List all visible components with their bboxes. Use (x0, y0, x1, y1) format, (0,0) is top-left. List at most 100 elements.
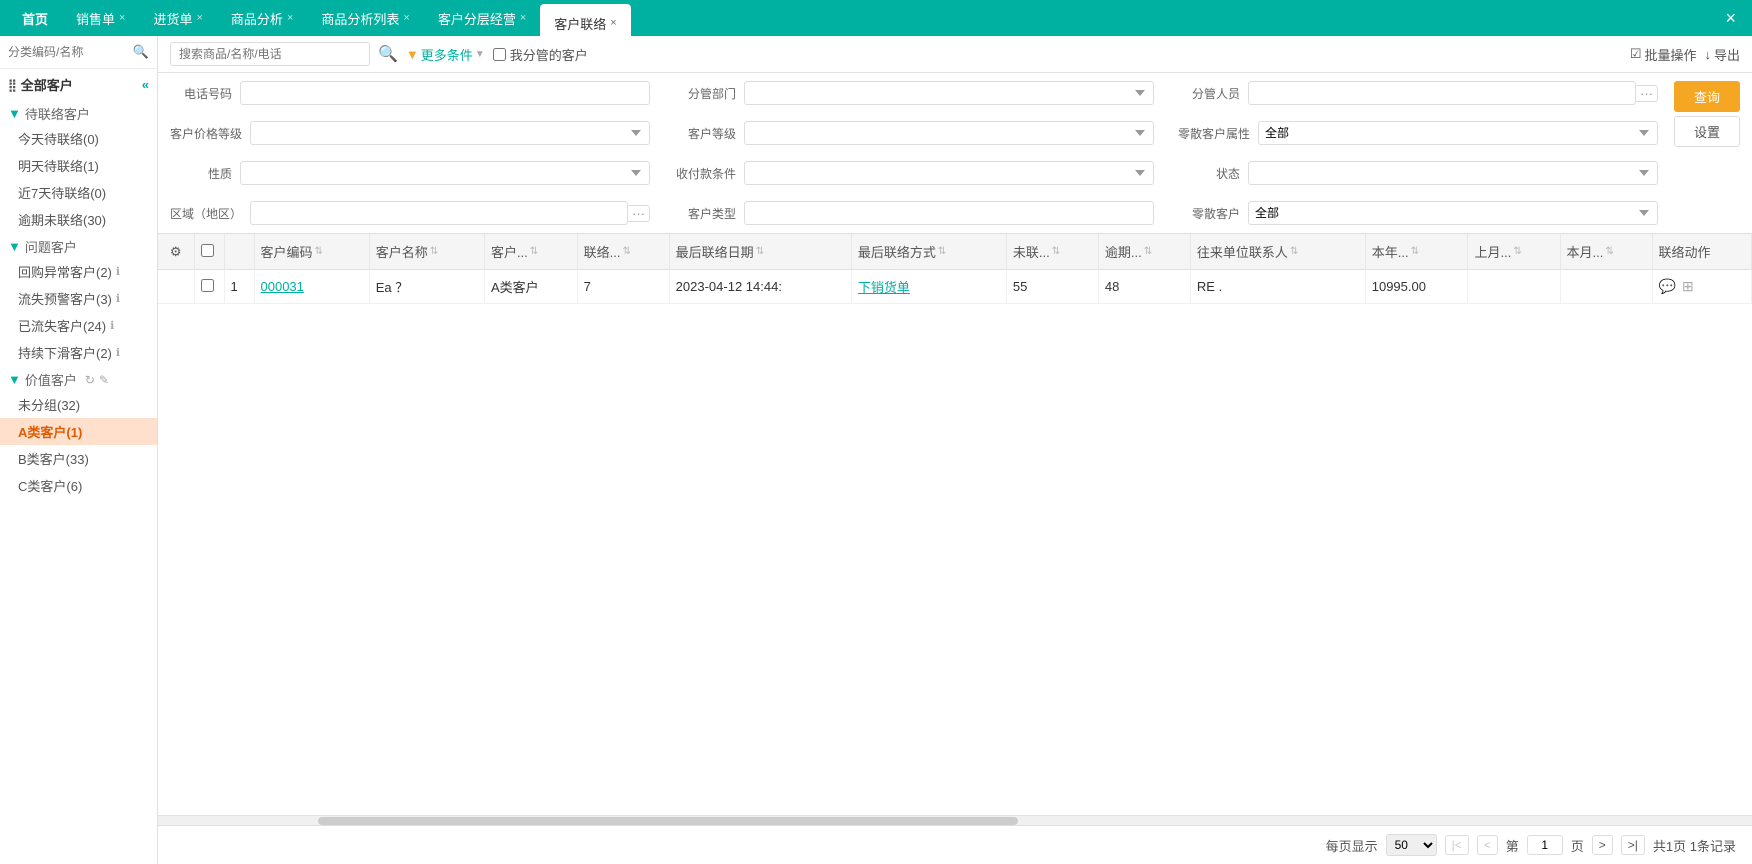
nav-tab-purchase-order[interactable]: 进货单 × (139, 3, 216, 34)
filter-row-2: 客户价格等级 客户等级 (170, 121, 1658, 145)
close-customer-segment[interactable]: × (520, 12, 526, 24)
sidebar-item-c-class[interactable]: C类客户(6) (0, 472, 157, 499)
close-all-tabs[interactable]: × (1725, 8, 1736, 29)
nav-tab-product-analysis[interactable]: 商品分析 × (217, 3, 307, 34)
nav-tab-home[interactable]: 首页 (8, 3, 62, 34)
last-page-btn[interactable]: >| (1621, 835, 1645, 855)
sidebar-item-tomorrow-pending[interactable]: 明天待联络(1) (0, 152, 157, 179)
filter-price-level-select[interactable] (250, 121, 650, 145)
close-sales-order[interactable]: × (119, 12, 125, 24)
filter-status-wrapper (1248, 161, 1658, 185)
filter-customer-level-wrapper (744, 121, 1154, 145)
my-customers-checkbox-label[interactable]: 我分管的客户 (493, 45, 588, 64)
filter-customer-type-input[interactable] (744, 201, 1154, 225)
sidebar-item-lost[interactable]: 已流失客户(24) ℹ (0, 312, 157, 339)
sidebar-item-7day-pending[interactable]: 近7天待联络(0) (0, 179, 157, 206)
sort-name-icon[interactable]: ⇅ (430, 246, 438, 257)
nav-tab-customer-contact[interactable]: 客户联络 × (540, 4, 630, 36)
nav-tab-product-analysis-list[interactable]: 商品分析列表 × (307, 3, 423, 34)
filter-nature-select[interactable] (240, 161, 650, 185)
filter-search-button[interactable]: 🔍 (378, 44, 398, 64)
sidebar-item-overdue-pending[interactable]: 逾期未联络(30) (0, 206, 157, 233)
filter-region-input[interactable] (250, 201, 628, 225)
sort-code-icon[interactable]: ⇅ (315, 246, 323, 257)
filter-payment-wrapper (744, 161, 1154, 185)
sort-contact-count-icon[interactable]: ⇅ (622, 246, 630, 257)
sort-category-icon[interactable]: ⇅ (530, 246, 538, 257)
close-customer-contact[interactable]: × (610, 17, 616, 29)
sidebar-item-loss-warning[interactable]: 流失预警客户(3) ℹ (0, 285, 157, 312)
filter-manager-input[interactable] (1248, 81, 1636, 105)
scrollbar-thumb[interactable] (318, 817, 1018, 825)
nav-tab-customer-segment[interactable]: 客户分层经营 × (424, 3, 540, 34)
last-contact-method-link[interactable]: 下销货单 (858, 280, 910, 295)
gear-icon[interactable]: ⚙ (170, 244, 182, 260)
sidebar-group-problem[interactable]: ▼ 问题客户 (0, 233, 157, 258)
first-page-btn[interactable]: |< (1445, 835, 1469, 855)
refresh-icon[interactable]: ↻ (85, 373, 95, 387)
sort-overdue-icon[interactable]: ⇅ (1144, 246, 1152, 257)
sidebar-item-declining[interactable]: 持续下滑客户(2) ℹ (0, 339, 157, 366)
cell-code[interactable]: 000031 (254, 270, 369, 304)
filter-customer-level-select[interactable] (744, 121, 1154, 145)
cell-overdue: 48 (1098, 270, 1190, 304)
filter-retail-customer-select[interactable]: 全部 (1248, 201, 1658, 225)
sort-this-month-icon[interactable]: ⇅ (1605, 246, 1613, 257)
filter-phone-input[interactable] (240, 81, 650, 105)
sort-last-contact-date-icon[interactable]: ⇅ (756, 246, 764, 257)
filter-search-input[interactable] (170, 42, 370, 66)
batch-op-button[interactable]: ☑ 批量操作 (1630, 45, 1697, 64)
settings-button[interactable]: 设置 (1674, 116, 1740, 147)
nav-tab-sales-order[interactable]: 销售单 × (62, 3, 139, 34)
horizontal-scrollbar[interactable] (158, 815, 1752, 825)
customer-name-text: Ea (376, 280, 392, 295)
sidebar-item-ungrouped[interactable]: 未分组(32) (0, 391, 157, 418)
edit-icon[interactable]: ✎ (99, 373, 109, 387)
cell-contact-count: 7 (577, 270, 669, 304)
sidebar-item-repurchase-abnormal[interactable]: 回购异常客户(2) ℹ (0, 258, 157, 285)
close-product-analysis-list[interactable]: × (403, 12, 409, 24)
prev-page-btn[interactable]: < (1477, 835, 1498, 855)
row-checkbox[interactable] (201, 279, 214, 292)
query-button[interactable]: 查询 (1674, 81, 1740, 112)
sort-last-contact-method-icon[interactable]: ⇅ (938, 246, 946, 257)
filter-dept-select[interactable] (744, 81, 1154, 105)
sidebar-search-input[interactable] (8, 45, 129, 59)
close-purchase-order[interactable]: × (196, 12, 202, 24)
select-all-checkbox[interactable] (201, 244, 214, 257)
sidebar-group-pending[interactable]: ▼ 待联络客户 (0, 100, 157, 125)
info-icon-loss-warning[interactable]: ℹ (116, 292, 120, 305)
customer-table: ⚙ 客户编码 ⇅ (158, 234, 1752, 304)
sort-this-year-icon[interactable]: ⇅ (1411, 246, 1419, 257)
per-page-select[interactable]: 50 100 (1386, 834, 1437, 856)
filter-retail-attr-select[interactable]: 全部 (1258, 121, 1658, 145)
sort-last-month-icon[interactable]: ⇅ (1513, 246, 1521, 257)
next-page-btn[interactable]: > (1592, 835, 1613, 855)
cell-checkbox (194, 270, 224, 304)
sidebar-item-today-pending[interactable]: 今天待联络(0) (0, 125, 157, 152)
export-button[interactable]: ↓ 导出 (1704, 45, 1740, 64)
my-customers-checkbox[interactable] (493, 48, 506, 61)
cell-last-contact-method[interactable]: 下销货单 (851, 270, 1006, 304)
col-last-month-label: 上月... (1474, 242, 1511, 261)
message-action-icon[interactable]: 💬 (1659, 278, 1676, 295)
more-conditions-button[interactable]: ▼ 更多条件 ▼ (406, 45, 485, 64)
close-product-analysis[interactable]: × (287, 12, 293, 24)
sort-no-contact-icon[interactable]: ⇅ (1052, 246, 1060, 257)
info-icon-declining[interactable]: ℹ (116, 346, 120, 359)
filter-payment-select[interactable] (744, 161, 1154, 185)
grid-action-icon[interactable]: ⊞ (1682, 278, 1694, 295)
sidebar-collapse-btn[interactable]: « (142, 77, 149, 92)
info-icon-lost[interactable]: ℹ (110, 319, 114, 332)
sidebar-all-customers[interactable]: ⣿ 全部客户 « (0, 69, 157, 100)
sidebar-search-icon[interactable]: 🔍 (133, 44, 149, 60)
region-ellipsis[interactable]: ··· (628, 205, 650, 222)
page-input[interactable] (1527, 835, 1563, 855)
sidebar-item-a-class[interactable]: A类客户(1) (0, 418, 157, 445)
manager-ellipsis[interactable]: ··· (1636, 85, 1658, 102)
sidebar-group-value[interactable]: ▼ 价值客户 ↻ ✎ (0, 366, 157, 391)
sidebar-item-b-class[interactable]: B类客户(33) (0, 445, 157, 472)
filter-status-select[interactable] (1248, 161, 1658, 185)
info-icon-repurchase[interactable]: ℹ (116, 265, 120, 278)
sort-unit-contacts-icon[interactable]: ⇅ (1290, 246, 1298, 257)
